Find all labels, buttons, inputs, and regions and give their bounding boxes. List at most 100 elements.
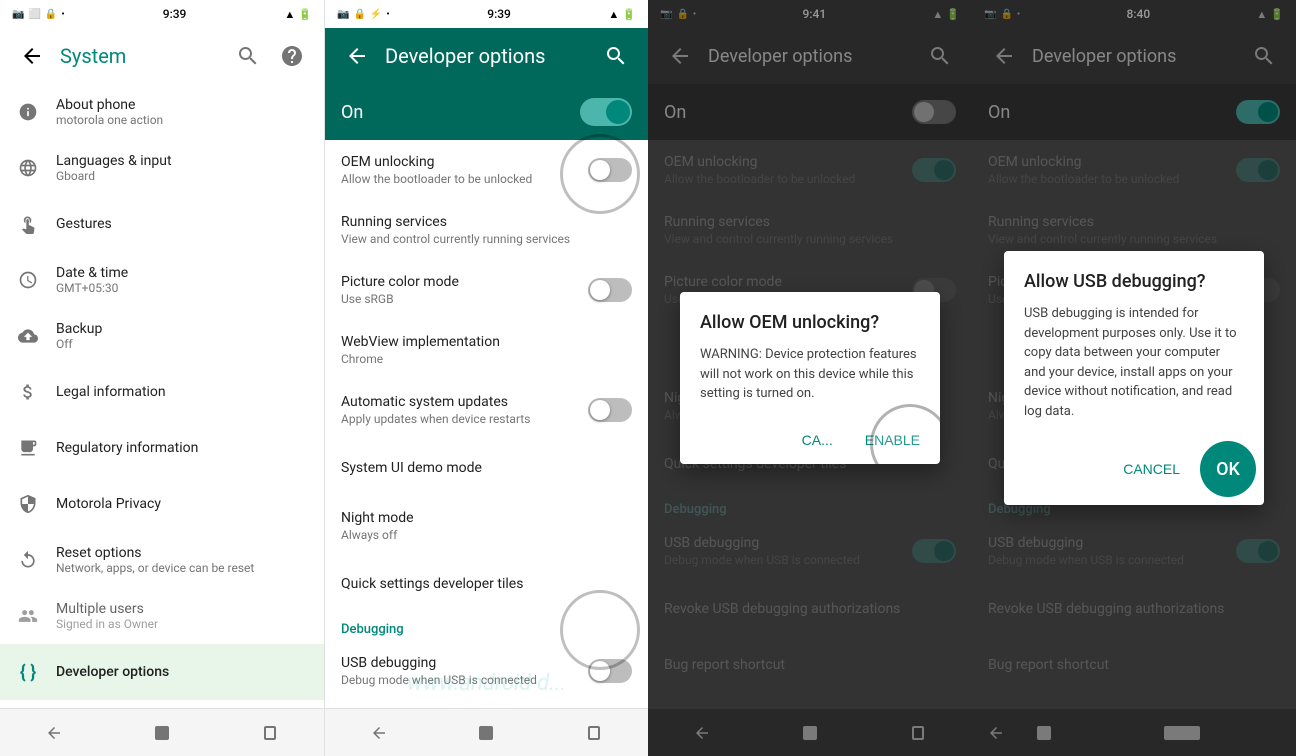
sidebar-item-regulatory[interactable]: Regulatory information <box>0 420 324 476</box>
search-icon-mid[interactable] <box>600 40 632 72</box>
globe-icon <box>16 156 40 180</box>
sidebar-item-datetime[interactable]: Date & time GMT+05:30 <box>0 252 324 308</box>
sidebar-lang-label: Languages & input <box>56 153 308 169</box>
oem-cancel-button[interactable]: Ca... <box>790 424 845 456</box>
sidebar-item-backup[interactable]: Backup Off <box>0 308 324 364</box>
setting-night-mode[interactable]: Night mode Always off <box>325 496 648 556</box>
sidebar-item-developer[interactable]: { } Developer options <box>0 644 324 700</box>
sidebar-dt-label: Date & time <box>56 265 308 281</box>
back-icon-left[interactable] <box>16 40 48 72</box>
usb-cancel-button[interactable]: Cancel <box>1111 441 1192 497</box>
oem-dialog-title: Allow OEM unlocking? <box>680 292 940 345</box>
on-toggle-mid[interactable] <box>580 98 632 126</box>
usb-ok-button[interactable]: OK <box>1200 441 1256 497</box>
privacy-icon <box>16 492 40 516</box>
users-icon <box>16 604 40 628</box>
webview-title: WebView implementation <box>341 334 632 350</box>
legal-icon <box>16 380 40 404</box>
picture-color-title: Picture color mode <box>341 274 459 290</box>
setting-picture-color[interactable]: Picture color mode Use sRGB <box>325 260 648 320</box>
sidebar-lang-sub: Gboard <box>56 169 308 183</box>
sidebar-item-sysupdate[interactable]: System updates Updated to Android 9 <box>0 700 324 708</box>
usb-dialog-actions: Cancel OK <box>1004 437 1264 505</box>
sidebar-users-label: Multiple users <box>56 601 308 617</box>
sidebar-item-reset[interactable]: Reset options Network, apps, or device c… <box>0 532 324 588</box>
webview-sub: Chrome <box>341 352 632 366</box>
sidebar-dt-sub: GMT+05:30 <box>56 281 308 295</box>
oem-dialog-overlay: Allow OEM unlocking? WARNING: Device pro… <box>648 0 972 756</box>
oem-unlock-toggle[interactable] <box>588 158 632 182</box>
setting-webview[interactable]: WebView implementation Chrome <box>325 320 648 380</box>
setting-revoke-usb[interactable]: Revoke USB debugging authorizations <box>325 701 648 708</box>
usb-debug-toggle[interactable] <box>588 659 632 683</box>
oem-unlock-sub: Allow the bootloader to be unlocked <box>341 172 532 186</box>
sidebar-users-sub: Signed in as Owner <box>56 617 308 631</box>
sidebar-backup-sub: Off <box>56 337 308 351</box>
mid-panel: 📷🔒⚡• 9:39 ▲🔋 Developer options On <box>324 0 648 756</box>
clock-icon <box>16 268 40 292</box>
info-icon <box>16 100 40 124</box>
sidebar-content: About phone motorola one action Language… <box>0 84 324 708</box>
nav-home-mid[interactable] <box>462 709 510 756</box>
setting-ui-demo[interactable]: System UI demo mode <box>325 440 648 496</box>
search-icon-left[interactable] <box>232 40 264 72</box>
right2-panel: 📷🔒• 9:41 ▲🔋 Developer options On OEM unl… <box>648 0 972 756</box>
page-title-mid: Developer options <box>385 44 588 68</box>
debugging-section-label: Debugging <box>325 612 648 641</box>
time-left: 9:39 <box>163 7 187 21</box>
ok-label: OK <box>1216 459 1240 480</box>
oem-enable-button[interactable]: Enable <box>853 424 932 456</box>
nav-back-mid[interactable] <box>355 709 403 756</box>
setting-auto-update[interactable]: Automatic system updates Apply updates w… <box>325 380 648 440</box>
backup-icon <box>16 324 40 348</box>
setting-qs-tiles[interactable]: Quick settings developer tiles <box>325 556 648 612</box>
sidebar-item-languages[interactable]: Languages & input Gboard <box>0 140 324 196</box>
dev-options-content: OEM unlocking Allow the bootloader to be… <box>325 140 648 708</box>
oem-dialog-body: WARNING: Device protection features will… <box>680 345 940 420</box>
usb-dialog-title: Allow USB debugging? <box>1004 251 1264 304</box>
usb-debug-sub: Debug mode when USB is connected <box>341 673 537 687</box>
usb-dialog-body: USB debugging is intended for developmen… <box>1004 304 1264 437</box>
nav-home-left[interactable] <box>138 709 186 756</box>
help-icon-left[interactable] <box>276 40 308 72</box>
sidebar-item-users[interactable]: Multiple users Signed in as Owner <box>0 588 324 644</box>
sidebar-item-legal[interactable]: Legal information <box>0 364 324 420</box>
sidebar-privacy-label: Motorola Privacy <box>56 496 308 512</box>
oem-dialog-actions: Ca... Enable <box>680 420 940 464</box>
sidebar-about-sub: motorola one action <box>56 113 308 127</box>
setting-running-svc[interactable]: Running services View and control curren… <box>325 200 648 260</box>
time-mid: 9:39 <box>487 7 511 21</box>
picture-color-toggle[interactable] <box>588 278 632 302</box>
back-icon-mid[interactable] <box>341 40 373 72</box>
auto-update-toggle[interactable] <box>588 398 632 422</box>
setting-oem-unlock[interactable]: OEM unlocking Allow the bootloader to be… <box>325 140 648 200</box>
sidebar-reg-label: Regulatory information <box>56 440 308 456</box>
usb-debug-title: USB debugging <box>341 655 537 671</box>
oem-unlock-title: OEM unlocking <box>341 154 532 170</box>
setting-usb-debug[interactable]: USB debugging Debug mode when USB is con… <box>325 641 648 701</box>
nav-recents-mid[interactable] <box>570 709 618 756</box>
top-bar-left: System <box>0 28 324 84</box>
status-bar-left: 📷 ⬜ 🔒 • 9:39 ▲ 🔋 <box>0 0 324 28</box>
sidebar-item-privacy[interactable]: Motorola Privacy <box>0 476 324 532</box>
sidebar-item-gestures[interactable]: Gestures <box>0 196 324 252</box>
nav-back-left[interactable] <box>30 709 78 756</box>
usb-dialog-overlay: Allow USB debugging? USB debugging is in… <box>972 0 1296 756</box>
sidebar-gestures-label: Gestures <box>56 216 308 232</box>
developer-icon: { } <box>16 660 40 684</box>
on-row-mid[interactable]: On <box>325 84 648 140</box>
qs-tiles-title: Quick settings developer tiles <box>341 576 632 592</box>
page-title-left: System <box>60 44 220 68</box>
gesture-icon <box>16 212 40 236</box>
left-panel: 📷 ⬜ 🔒 • 9:39 ▲ 🔋 System Abou <box>0 0 324 756</box>
nav-recents-left[interactable] <box>246 709 294 756</box>
on-label-mid: On <box>341 102 363 123</box>
right3-panel: 📷🔒• 8:40 ▲🔋 Developer options On OEM unl… <box>972 0 1296 756</box>
auto-update-title: Automatic system updates <box>341 394 530 410</box>
status-icons-left: 📷 ⬜ 🔒 • <box>12 9 65 20</box>
night-mode-sub: Always off <box>341 528 632 542</box>
sidebar-item-about[interactable]: About phone motorola one action <box>0 84 324 140</box>
running-svc-title: Running services <box>341 214 632 230</box>
top-bar-mid: Developer options <box>325 28 648 84</box>
sidebar-about-label: About phone <box>56 97 308 113</box>
